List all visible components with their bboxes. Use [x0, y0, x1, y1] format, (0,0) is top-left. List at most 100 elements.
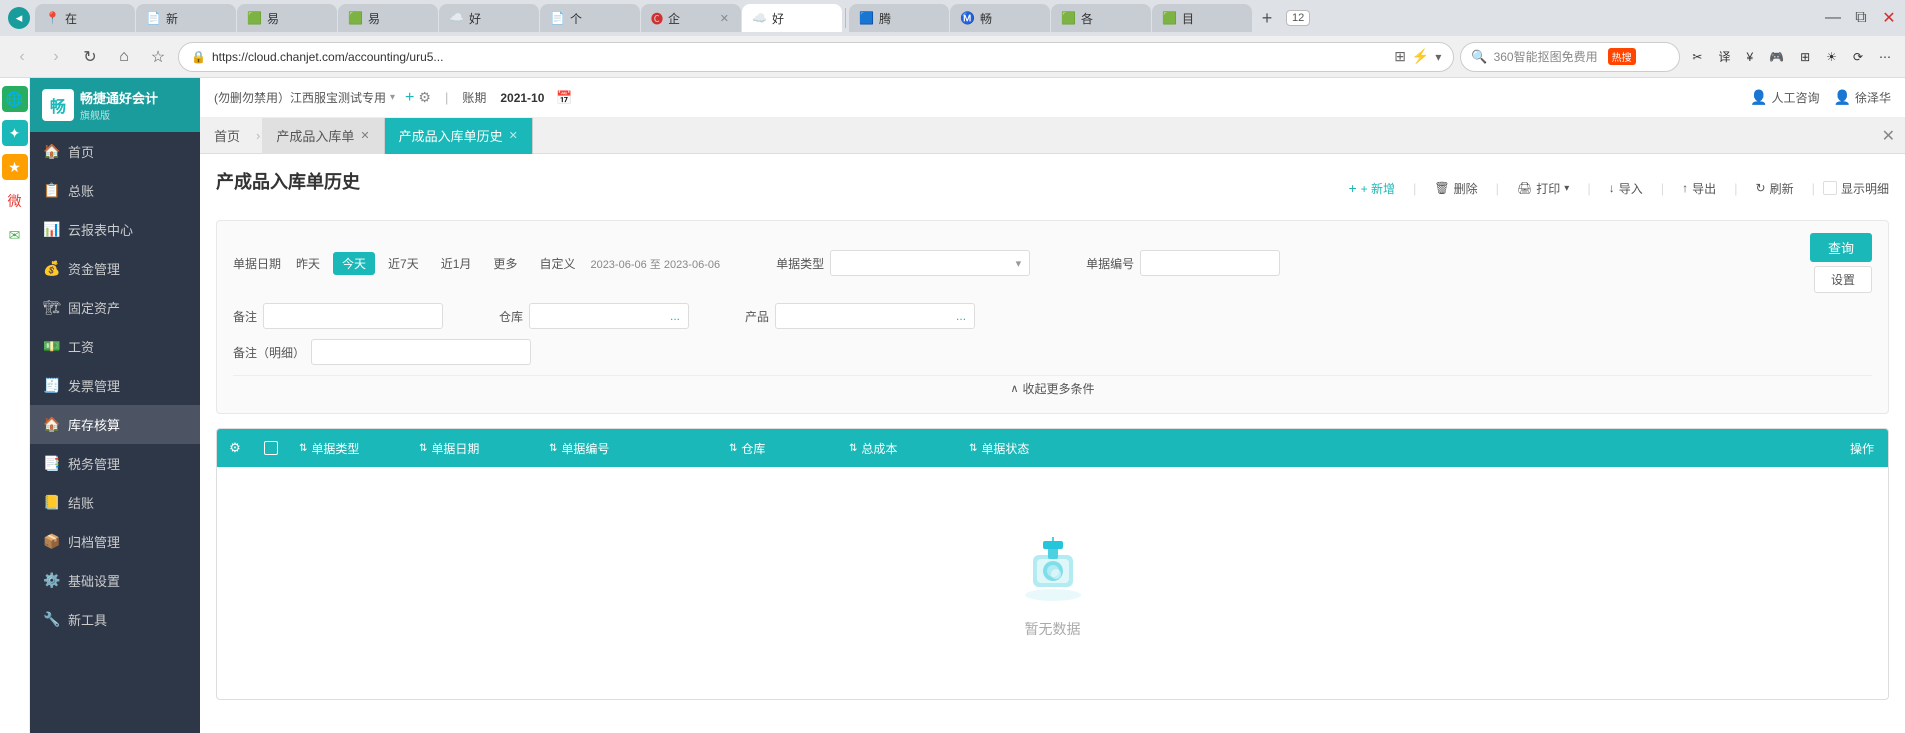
layout-tool-btn[interactable]: ⊞	[1794, 43, 1816, 71]
header-checkbox[interactable]	[264, 441, 278, 455]
sidebar-item-basic[interactable]: ⚙️ 基础设置	[30, 561, 200, 600]
sidebar-item-tax[interactable]: 📑 税务管理	[30, 444, 200, 483]
tab-item-2[interactable]: 📄 新	[136, 4, 236, 32]
th-settings[interactable]: ⚙	[217, 440, 253, 456]
nav-refresh-btn[interactable]: ↻	[76, 43, 104, 71]
icon-sidebar-main[interactable]: 🌐	[2, 86, 28, 112]
breadcrumb-tab-history[interactable]: 产成品入库单历史 ✕	[385, 118, 533, 154]
sidebar-item-home[interactable]: 🏠 首页	[30, 132, 200, 171]
sidebar-item-inventory[interactable]: 🏠 库存核算	[30, 405, 200, 444]
tab-item-3[interactable]: 🟩 易	[237, 4, 337, 32]
period-calendar-icon[interactable]: 📅	[556, 90, 572, 106]
sidebar-item-fixed-assets[interactable]: 🏗 固定资产	[30, 288, 200, 327]
breadcrumb-tab-list[interactable]: 产成品入库单 ✕	[262, 118, 384, 154]
nav-home-btn[interactable]: ⌂	[110, 43, 138, 71]
th-checkbox[interactable]	[253, 441, 289, 455]
new-tab-button[interactable]: +	[1253, 4, 1281, 32]
icon-sidebar-mail[interactable]: ✉	[2, 222, 28, 248]
print-btn[interactable]: 🖨 打印 ▾	[1507, 176, 1579, 201]
icon-sidebar-star[interactable]: ★	[2, 154, 28, 180]
browser-back-icon[interactable]: ◂	[8, 7, 30, 29]
window-restore-btn[interactable]: ⧉	[1849, 6, 1873, 30]
number-input[interactable]	[1140, 250, 1280, 276]
scissors-tool-btn[interactable]: ✂	[1686, 43, 1708, 71]
tab-item-10[interactable]: Ⓜ️ 畅	[950, 4, 1050, 32]
breadcrumb-home[interactable]: 首页	[200, 118, 254, 154]
show-cols-checkbox[interactable]	[1823, 181, 1837, 195]
th-status[interactable]: ⇅ 单据状态	[959, 440, 1089, 457]
tab-item-12[interactable]: 🟩 目	[1152, 4, 1252, 32]
nav-forward-btn[interactable]: ›	[42, 43, 70, 71]
browser-settings-btn[interactable]: ⋯	[1873, 43, 1897, 71]
collapse-btn[interactable]: ∧ 收起更多条件	[233, 375, 1872, 401]
tab-close-7[interactable]: ✕	[718, 11, 731, 26]
tab-item-8[interactable]: ☁️ 好	[742, 4, 842, 32]
notes-input[interactable]	[263, 303, 443, 329]
date-btn-1month[interactable]: 近1月	[432, 252, 481, 275]
tab-icon-6: 📄	[550, 11, 565, 25]
tab-item-6[interactable]: 📄 个	[540, 4, 640, 32]
icon-sidebar-weibo[interactable]: 微	[2, 188, 28, 214]
sidebar-item-archive[interactable]: 📦 归档管理	[30, 522, 200, 561]
tab-item-5[interactable]: ☁️ 好	[439, 4, 539, 32]
th-cost[interactable]: ⇅ 总成本	[839, 440, 959, 457]
sidebar-item-settlement[interactable]: 📒 结账	[30, 483, 200, 522]
address-chevron-icon[interactable]: ▾	[1435, 50, 1441, 64]
nav-back-btn[interactable]: ‹	[8, 43, 36, 71]
th-date[interactable]: ⇅ 单据日期	[409, 440, 539, 457]
refresh-btn[interactable]: ↻ 刷新	[1746, 176, 1804, 201]
date-btn-custom[interactable]: 自定义	[530, 252, 584, 275]
extensions-icon[interactable]: ⊞	[1394, 48, 1406, 65]
tab-item-4[interactable]: 🟩 易	[338, 4, 438, 32]
type-select[interactable]: ▾	[830, 250, 1030, 276]
product-select[interactable]: ...	[775, 303, 975, 329]
tab-item-7[interactable]: 🅒 企 ✕	[641, 4, 741, 32]
sidebar-item-finance[interactable]: 💰 资金管理	[30, 249, 200, 288]
performance-icon[interactable]: ⚡	[1412, 48, 1429, 65]
date-btn-today[interactable]: 今天	[333, 252, 375, 275]
company-settings-icon[interactable]: ⚙	[418, 89, 431, 106]
address-bar[interactable]: 🔒 https://cloud.chanjet.com/accounting/u…	[178, 42, 1454, 72]
sidebar-item-newtool[interactable]: 🔧 新工具	[30, 600, 200, 639]
add-company-btn[interactable]: +	[405, 89, 414, 107]
close-panel-btn[interactable]: ✕	[1882, 126, 1895, 146]
date-btn-more[interactable]: 更多	[484, 252, 526, 275]
sidebar-item-invoice[interactable]: 🧾 发票管理	[30, 366, 200, 405]
sidebar-item-ledger[interactable]: 📋 总账	[30, 171, 200, 210]
breadcrumb-tab-list-close[interactable]: ✕	[360, 129, 369, 142]
window-minimize-btn[interactable]: —	[1821, 6, 1845, 30]
currency-tool-btn[interactable]: ¥	[1740, 43, 1759, 71]
date-btn-7days[interactable]: 近7天	[379, 252, 428, 275]
export-btn[interactable]: ↑ 导出	[1672, 176, 1726, 201]
tab-item-9[interactable]: 🟦 腾	[849, 4, 949, 32]
th-number[interactable]: ⇅ 单据编号	[539, 440, 719, 457]
import-btn[interactable]: ↓ 导入	[1599, 176, 1653, 201]
detail-notes-input[interactable]	[311, 339, 531, 365]
window-close-btn[interactable]: ✕	[1877, 6, 1901, 30]
user-avatar-btn[interactable]: 👤 徐泽华	[1834, 89, 1891, 106]
more-tools-btn[interactable]: ⟳	[1847, 43, 1869, 71]
nav-bookmark-btn[interactable]: ☆	[144, 43, 172, 71]
date-btn-yesterday[interactable]: 昨天	[287, 252, 329, 275]
th-type[interactable]: ⇅ 单据类型	[289, 440, 409, 457]
sidebar-item-report[interactable]: 📊 云报表中心	[30, 210, 200, 249]
tab-item-11[interactable]: 🟩 各	[1051, 4, 1151, 32]
breadcrumb-separator-1: ›	[256, 128, 260, 143]
query-btn[interactable]: 查询	[1810, 233, 1872, 262]
company-select[interactable]: (勿删勿禁用）江西服宝测试专用 ▾ + ⚙	[214, 89, 431, 107]
translate-tool-btn[interactable]: 译	[1712, 43, 1736, 71]
icon-sidebar-chanjet[interactable]: ✦	[2, 120, 28, 146]
search-bar[interactable]: 🔍 360智能抠图免费用 热搜	[1460, 42, 1680, 72]
delete-btn[interactable]: 🗑 删除	[1424, 176, 1487, 201]
tab-item-1[interactable]: 📍 在	[35, 4, 135, 32]
th-warehouse[interactable]: ⇅ 仓库	[719, 440, 839, 457]
search-settings-btn[interactable]: 设置	[1814, 266, 1872, 293]
sidebar-item-salary[interactable]: 💵 工资	[30, 327, 200, 366]
user-consult-btn[interactable]: 👤 人工咨询	[1750, 89, 1819, 106]
sun-tool-btn[interactable]: ☀	[1820, 43, 1843, 71]
new-btn[interactable]: + + 新增	[1338, 176, 1405, 201]
breadcrumb-tab-history-close[interactable]: ✕	[509, 129, 518, 142]
game-tool-btn[interactable]: 🎮	[1763, 43, 1790, 71]
show-cols-check[interactable]: 显示明细	[1823, 180, 1889, 197]
warehouse-select[interactable]: ...	[529, 303, 689, 329]
